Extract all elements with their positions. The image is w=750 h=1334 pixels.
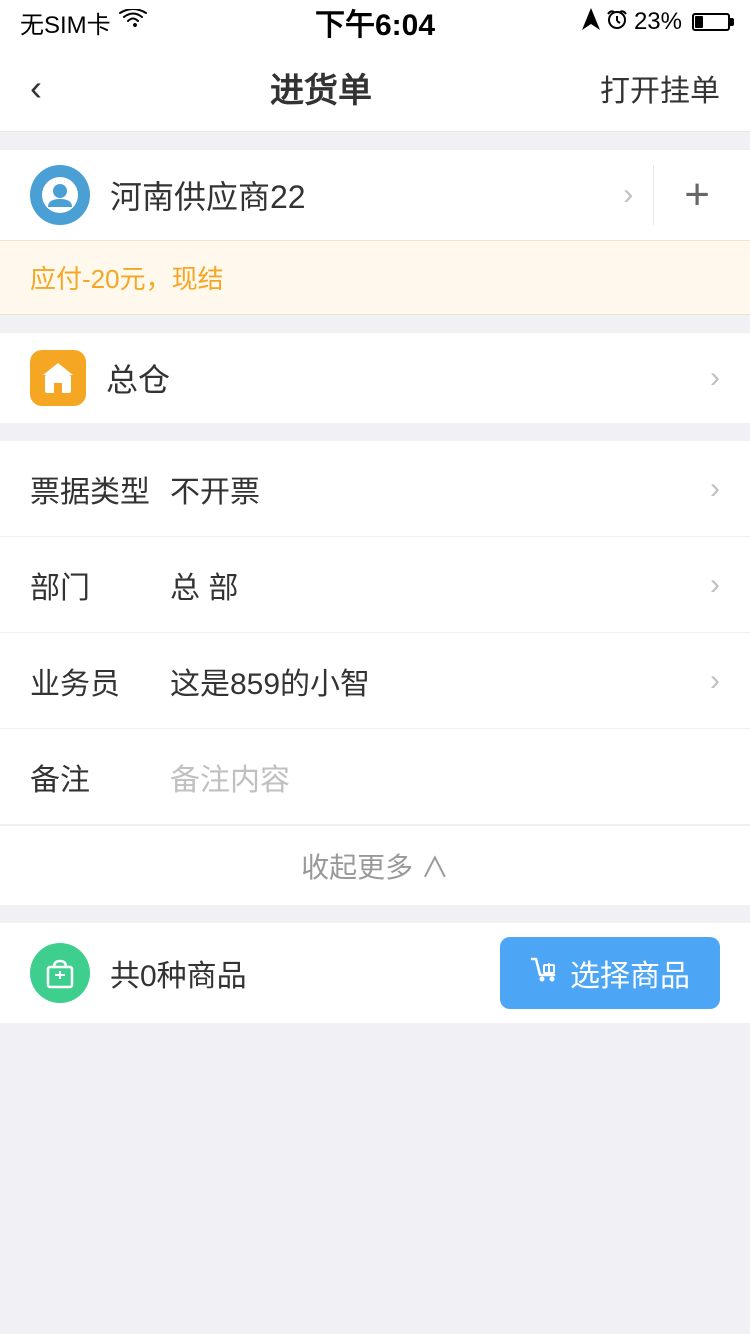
supplier-section: 河南供应商22 › + 应付-20元，现结 (0, 150, 750, 315)
sales-row[interactable]: 业务员 这是859的小智 › (0, 633, 750, 729)
alarm-icon (606, 8, 628, 37)
warehouse-name: 总仓 (106, 355, 700, 401)
select-goods-label: 选择商品 (570, 951, 690, 995)
collapse-label: 收起更多 ∧ (301, 846, 449, 886)
invoice-chevron: › (710, 472, 720, 506)
dept-value: 总 部 (160, 563, 700, 607)
goods-count: 共0种商品 (110, 951, 500, 995)
invoice-label: 票据类型 (30, 467, 160, 511)
bottom-bar: 共0种商品 选择商品 (0, 923, 750, 1023)
collapse-button[interactable]: 收起更多 ∧ (0, 825, 750, 905)
remark-row[interactable]: 备注 备注内容 (0, 729, 750, 825)
warehouse-icon (30, 350, 86, 406)
supplier-row[interactable]: 河南供应商22 › + (0, 150, 750, 240)
battery-percent: 23% (634, 8, 682, 36)
warehouse-row[interactable]: 总仓 › (0, 333, 750, 423)
sales-value: 这是859的小智 (160, 659, 700, 703)
status-bar: 无SIM卡 下午6:04 23% (0, 0, 750, 44)
supplier-chevron: › (623, 178, 633, 212)
select-goods-button[interactable]: 选择商品 (500, 937, 720, 1009)
dept-label: 部门 (30, 563, 160, 607)
open-pending-button[interactable]: 打开挂单 (600, 66, 720, 110)
wifi-icon (119, 9, 147, 35)
goods-icon (30, 943, 90, 1003)
notice-text: 应付-20元，现结 (30, 264, 224, 294)
sales-chevron: › (710, 664, 720, 698)
invoice-row[interactable]: 票据类型 不开票 › (0, 441, 750, 537)
page-title: 进货单 (270, 63, 372, 112)
back-button[interactable]: ‹ (30, 67, 42, 109)
form-section: 票据类型 不开票 › 部门 总 部 › 业务员 这是859的小智 › 备注 备注… (0, 441, 750, 905)
status-left: 无SIM卡 (20, 5, 147, 40)
warehouse-section: 总仓 › (0, 333, 750, 423)
dept-chevron: › (710, 568, 720, 602)
warehouse-chevron: › (710, 361, 720, 395)
page-background (0, 1023, 750, 1323)
add-supplier-button[interactable]: + (674, 170, 720, 220)
content: 河南供应商22 › + 应付-20元，现结 总仓 › 票据类型 不开票 (0, 132, 750, 1323)
invoice-value: 不开票 (160, 467, 700, 511)
status-time: 下午6:04 (315, 0, 435, 44)
location-icon (582, 8, 600, 37)
remark-input[interactable]: 备注内容 (160, 755, 720, 799)
battery-icon (692, 13, 730, 31)
carrier-label: 无SIM卡 (20, 5, 111, 40)
supplier-divider (653, 165, 654, 225)
sales-label: 业务员 (30, 659, 160, 703)
notice-bar: 应付-20元，现结 (0, 240, 750, 315)
dept-row[interactable]: 部门 总 部 › (0, 537, 750, 633)
person-icon (44, 179, 76, 211)
status-right: 23% (582, 8, 730, 37)
cart-icon (530, 957, 560, 990)
supplier-name: 河南供应商22 (110, 172, 613, 218)
nav-bar: ‹ 进货单 打开挂单 (0, 44, 750, 132)
remark-label: 备注 (30, 755, 160, 799)
supplier-avatar (30, 165, 90, 225)
